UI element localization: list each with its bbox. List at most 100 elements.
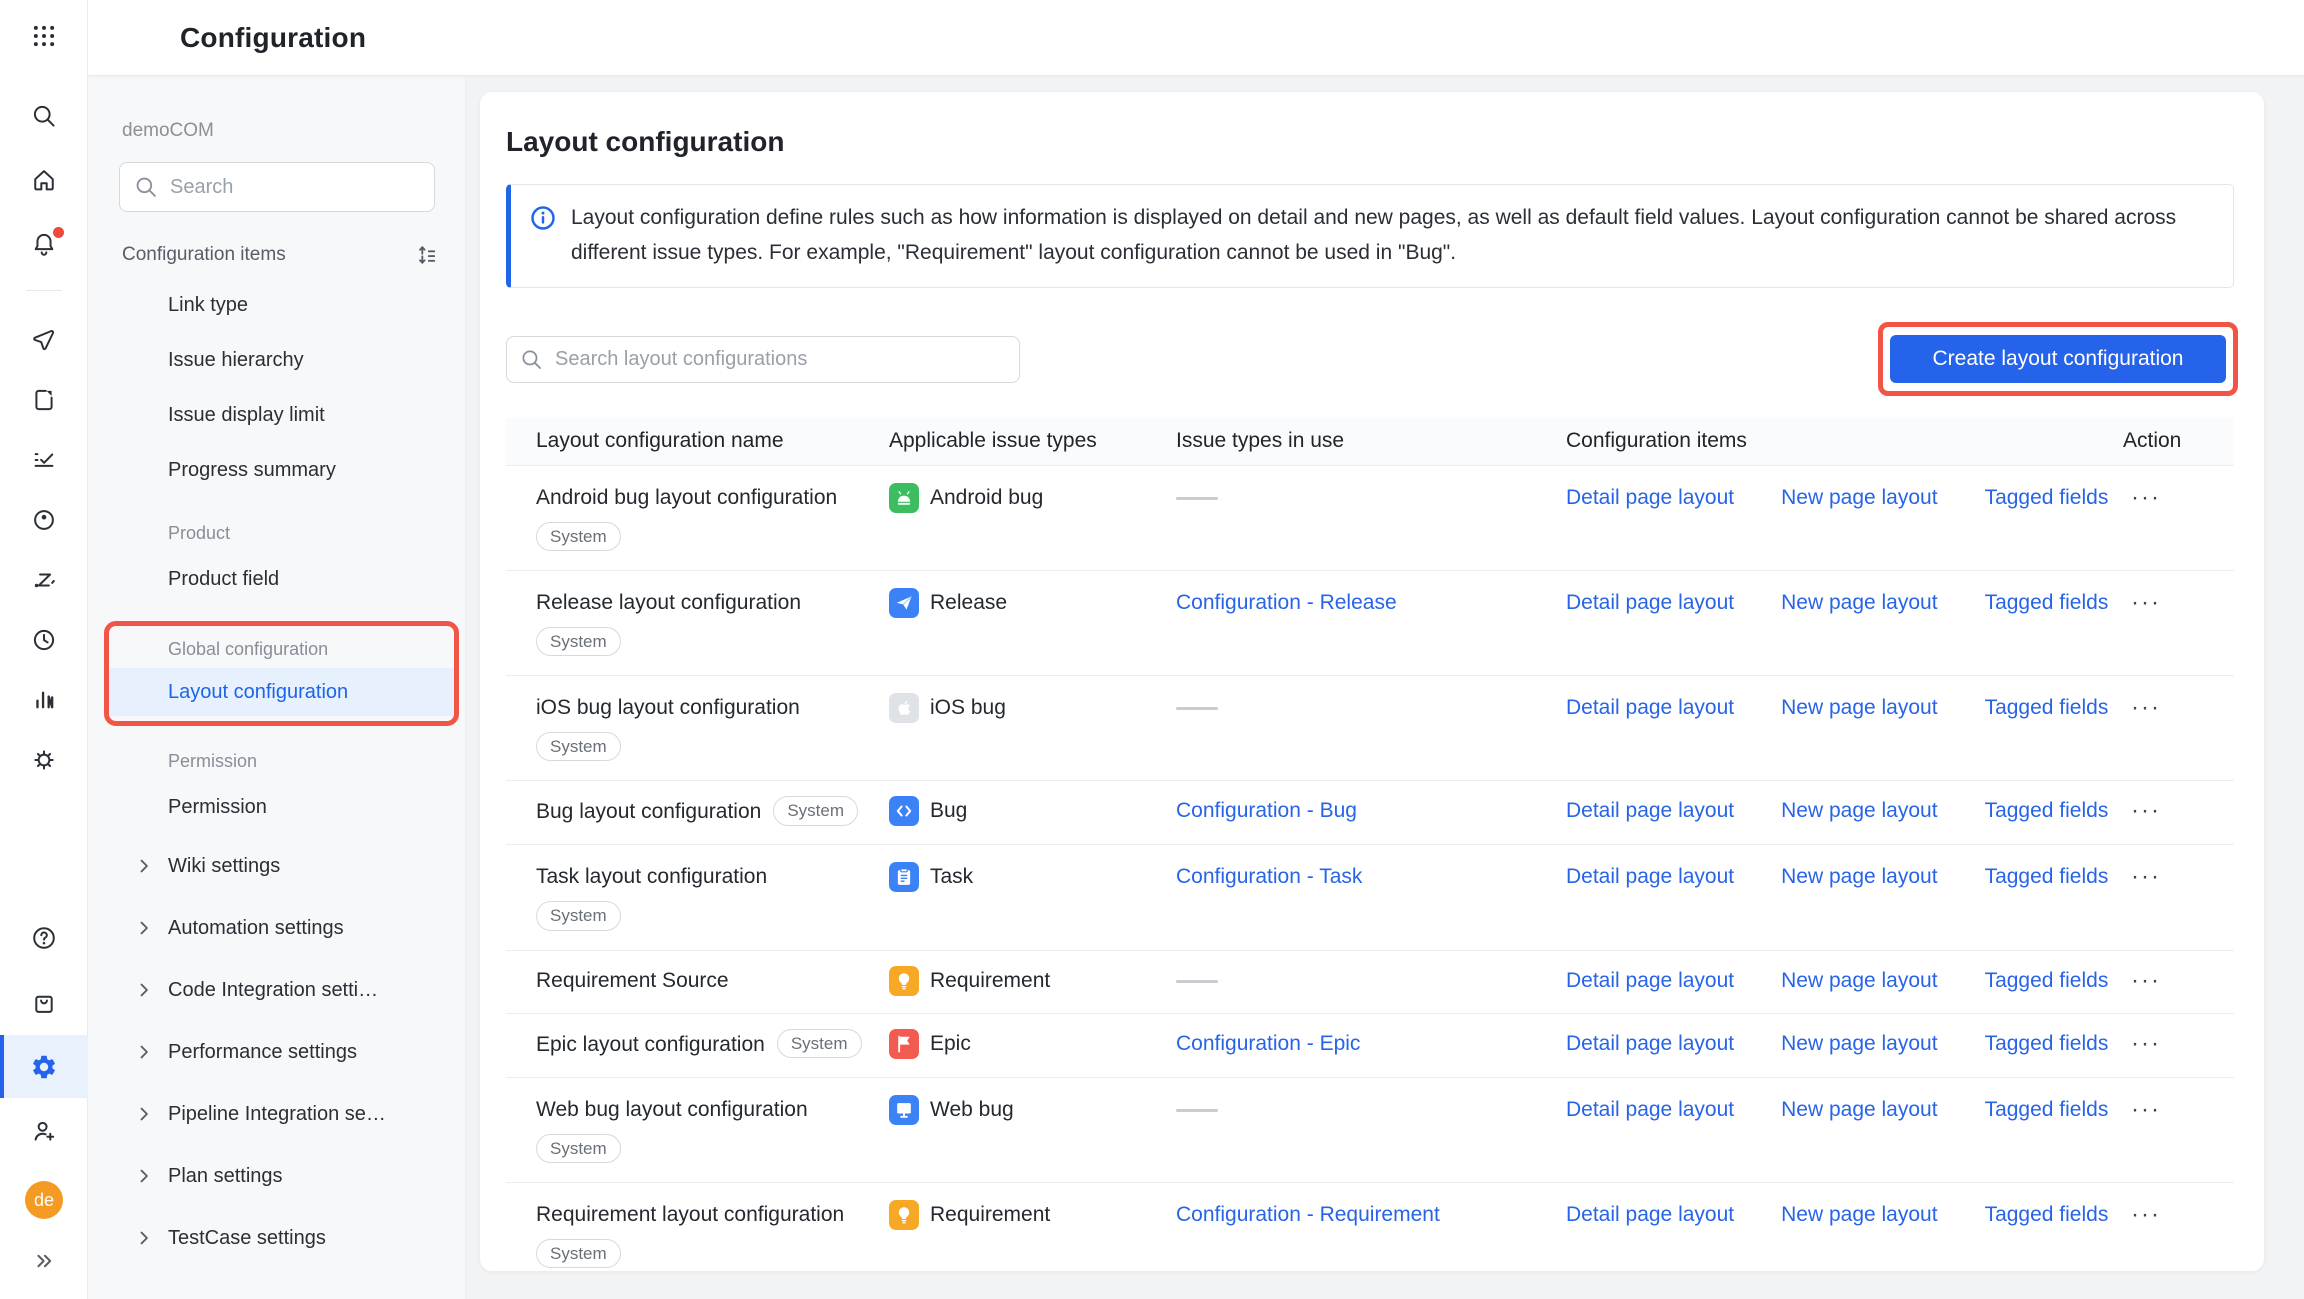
info-banner: Layout configuration define rules such a… <box>506 184 2234 288</box>
gear-icon[interactable] <box>0 1035 88 1098</box>
sidebar-item-pipeline-integration-se-[interactable]: Pipeline Integration se… <box>88 1083 465 1145</box>
sidebar-item-performance-settings[interactable]: Performance settings <box>88 1021 465 1083</box>
config-item-link-tagged-fields[interactable]: Tagged fields <box>1985 799 2109 822</box>
checklist-icon[interactable] <box>0 440 88 480</box>
more-actions-icon[interactable]: ··· <box>2123 483 2161 513</box>
config-item-link-detail-page-layout[interactable]: Detail page layout <box>1566 969 1734 992</box>
sidebar-item-issue-hierarchy[interactable]: Issue hierarchy <box>88 333 465 388</box>
config-item-link-new-page-layout[interactable]: New page layout <box>1781 696 1937 719</box>
monitor-icon <box>889 1094 919 1125</box>
sidebar-item-plan-settings[interactable]: Plan settings <box>88 1145 465 1207</box>
column-header-action: Action <box>2123 418 2234 465</box>
bar-chart-icon[interactable] <box>0 680 88 720</box>
test-icon[interactable] <box>0 740 88 780</box>
more-actions-icon[interactable]: ··· <box>2123 693 2161 723</box>
layout-configuration-name: iOS bug layout configuration <box>536 696 800 719</box>
chevron-right-icon <box>134 1104 154 1124</box>
bulb-icon <box>889 965 919 996</box>
more-actions-icon[interactable]: ··· <box>2123 966 2161 996</box>
more-actions-icon[interactable]: ··· <box>2123 1200 2161 1230</box>
layout-search <box>506 335 1020 383</box>
issue-type-label: Epic <box>930 1031 971 1055</box>
config-item-link-new-page-layout[interactable]: New page layout <box>1781 865 1937 888</box>
config-item-link-tagged-fields[interactable]: Tagged fields <box>1985 865 2109 888</box>
person-add-icon[interactable] <box>0 1111 88 1151</box>
more-actions-icon[interactable]: ··· <box>2123 1095 2161 1125</box>
target-icon[interactable] <box>0 500 88 540</box>
config-item-link-new-page-layout[interactable]: New page layout <box>1781 969 1937 992</box>
layout-search-input[interactable] <box>506 335 1020 383</box>
config-item-link-new-page-layout[interactable]: New page layout <box>1781 591 1937 614</box>
config-item-link-tagged-fields[interactable]: Tagged fields <box>1985 591 2109 614</box>
issue-type-in-use-link[interactable]: Configuration - Release <box>1176 591 1397 614</box>
sidebar-annotation-box: Global configuration Layout configuration <box>104 621 459 726</box>
config-item-link-detail-page-layout[interactable]: Detail page layout <box>1566 591 1734 614</box>
bag-icon[interactable] <box>0 983 88 1023</box>
config-item-link-tagged-fields[interactable]: Tagged fields <box>1985 1203 2109 1226</box>
create-layout-configuration-button[interactable]: Create layout configuration <box>1890 335 2226 383</box>
notification-dot <box>53 227 64 238</box>
paper-plane-icon <box>889 587 919 618</box>
help-icon[interactable] <box>0 918 88 958</box>
config-item-link-new-page-layout[interactable]: New page layout <box>1781 1032 1937 1055</box>
config-item-link-detail-page-layout[interactable]: Detail page layout <box>1566 1032 1734 1055</box>
issue-type-in-use-link[interactable]: Configuration - Task <box>1176 865 1362 888</box>
config-item-link-new-page-layout[interactable]: New page layout <box>1781 1203 1937 1226</box>
clock-icon[interactable] <box>0 620 88 660</box>
more-actions-icon[interactable]: ··· <box>2123 588 2161 618</box>
config-item-link-detail-page-layout[interactable]: Detail page layout <box>1566 1098 1734 1121</box>
sidebar-item-product-field[interactable]: Product field <box>88 552 465 607</box>
config-item-link-detail-page-layout[interactable]: Detail page layout <box>1566 696 1734 719</box>
sidebar-list: Link type Issue hierarchy Issue display li… <box>88 278 465 1269</box>
sidebar-item-progress-summary[interactable]: Progress summary <box>88 443 465 498</box>
code-icon <box>889 796 919 827</box>
table-row: Requirement Source Requirement Detail page… <box>506 950 2234 1014</box>
config-item-link-new-page-layout[interactable]: New page layout <box>1781 799 1937 822</box>
config-item-link-tagged-fields[interactable]: Tagged fields <box>1985 1098 2109 1121</box>
sidebar-item-layout-configuration[interactable]: Layout configuration <box>109 668 454 716</box>
home-icon[interactable] <box>0 160 88 200</box>
config-item-link-detail-page-layout[interactable]: Detail page layout <box>1566 486 1734 509</box>
document-icon[interactable] <box>0 380 88 420</box>
config-item-link-detail-page-layout[interactable]: Detail page layout <box>1566 799 1734 822</box>
chevron-right-icon <box>134 918 154 938</box>
more-actions-icon[interactable]: ··· <box>2123 862 2161 892</box>
layout-configuration-name: Requirement layout configuration <box>536 1202 845 1226</box>
config-item-link-tagged-fields[interactable]: Tagged fields <box>1985 486 2109 509</box>
user-avatar[interactable]: de <box>0 1180 88 1220</box>
table-row: Bug layout configuration System Bug Configu… <box>506 780 2234 846</box>
search-icon[interactable] <box>0 96 88 136</box>
more-actions-icon[interactable]: ··· <box>2123 796 2161 826</box>
app-rail: de <box>0 0 88 1299</box>
config-item-link-tagged-fields[interactable]: Tagged fields <box>1985 696 2109 719</box>
pipeline-icon[interactable] <box>0 560 88 600</box>
chevrons-right-icon[interactable] <box>0 1241 88 1281</box>
config-item-link-new-page-layout[interactable]: New page layout <box>1781 1098 1937 1121</box>
chevron-right-icon <box>134 856 154 876</box>
sidebar-section-product: Product <box>168 523 231 543</box>
sidebar-item-issue-display-limit[interactable]: Issue display limit <box>88 388 465 443</box>
chevron-right-icon <box>134 1042 154 1062</box>
issue-type-in-use-link[interactable]: Configuration - Requirement <box>1176 1203 1440 1226</box>
more-actions-icon[interactable]: ··· <box>2123 1029 2161 1059</box>
send-icon[interactable] <box>0 320 88 360</box>
sidebar-item-automation-settings[interactable]: Automation settings <box>88 897 465 959</box>
config-item-link-new-page-layout[interactable]: New page layout <box>1781 486 1937 509</box>
config-item-link-detail-page-layout[interactable]: Detail page layout <box>1566 865 1734 888</box>
apps-grid-icon[interactable] <box>0 16 88 56</box>
config-item-link-detail-page-layout[interactable]: Detail page layout <box>1566 1203 1734 1226</box>
sidebar-item-testcase-settings[interactable]: TestCase settings <box>88 1207 465 1269</box>
sidebar-item-code-integration-setti-[interactable]: Code Integration setti… <box>88 959 465 1021</box>
sidebar-search-input[interactable] <box>119 162 435 212</box>
table-row: iOS bug layout configuration System iOS bu… <box>506 675 2234 782</box>
issue-type-in-use-link[interactable]: Configuration - Epic <box>1176 1032 1360 1055</box>
issue-type-in-use-link[interactable]: Configuration - Bug <box>1176 799 1357 822</box>
sidebar-item-link-type[interactable]: Link type <box>88 278 465 333</box>
config-item-link-tagged-fields[interactable]: Tagged fields <box>1985 1032 2109 1055</box>
sort-lines-icon[interactable] <box>413 242 439 268</box>
rail-divider <box>25 290 62 291</box>
sidebar-item-permission[interactable]: Permission <box>88 780 465 835</box>
config-item-link-tagged-fields[interactable]: Tagged fields <box>1985 969 2109 992</box>
sidebar-item-wiki-settings[interactable]: Wiki settings <box>88 835 465 897</box>
bell-icon[interactable] <box>0 224 88 264</box>
